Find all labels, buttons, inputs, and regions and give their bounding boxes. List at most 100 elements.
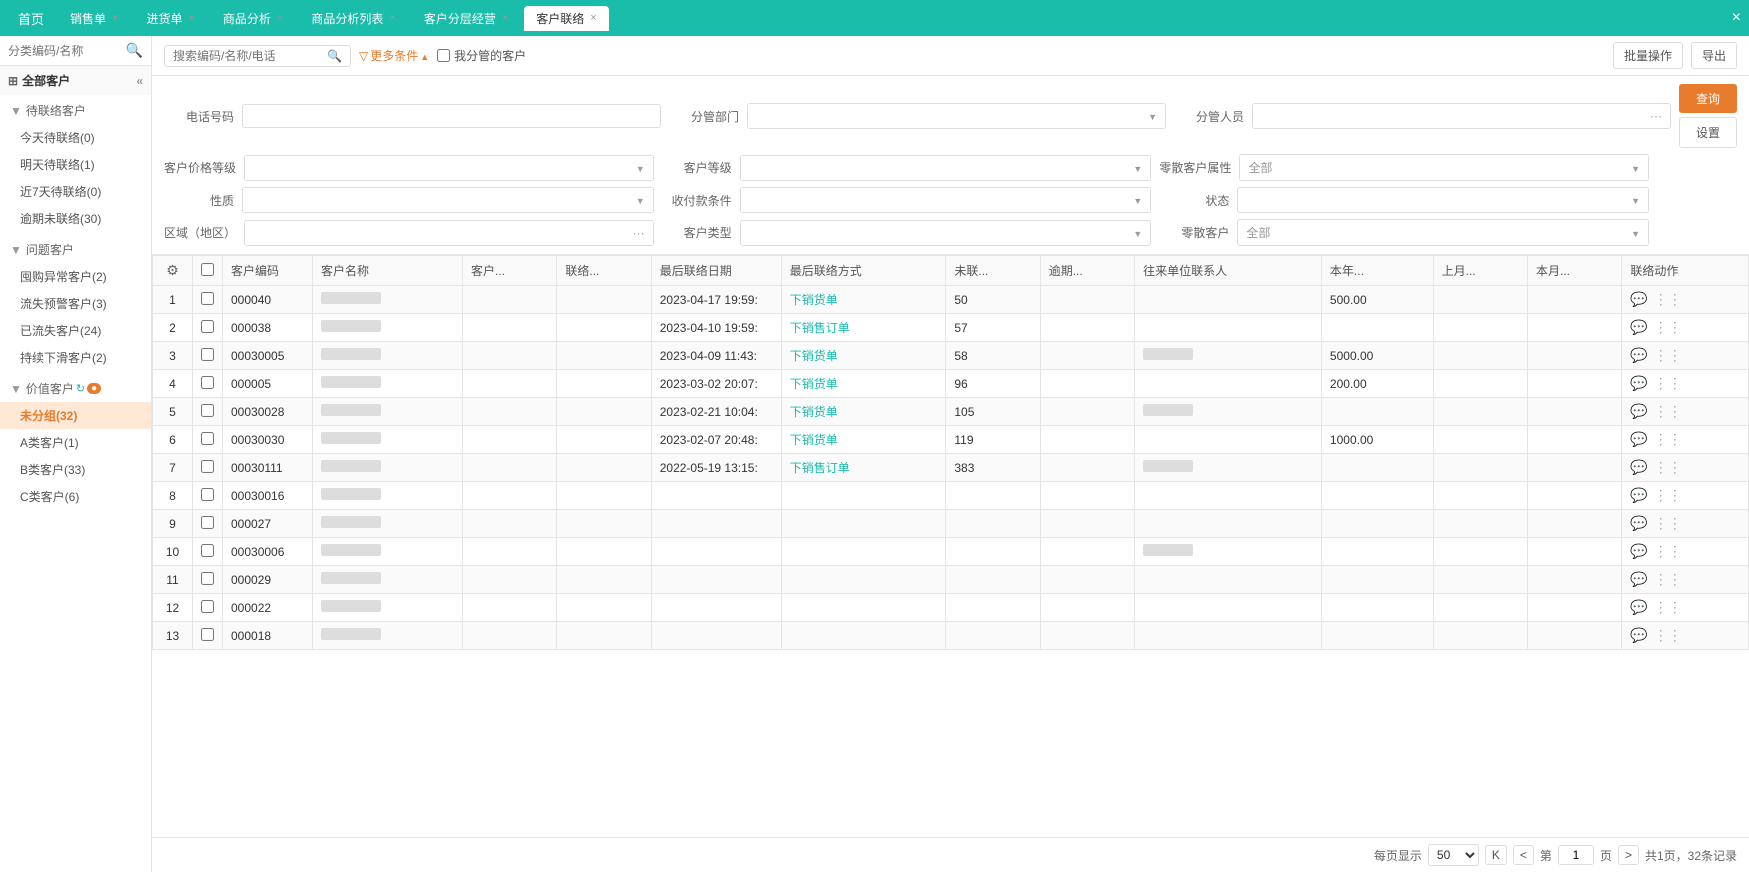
- dept-select[interactable]: [747, 103, 1166, 129]
- row-select-checkbox[interactable]: [201, 432, 214, 445]
- value-refresh-icon[interactable]: ↻: [76, 382, 85, 395]
- zero-retail2-select[interactable]: 全部: [1237, 219, 1649, 246]
- row-select-checkbox[interactable]: [201, 572, 214, 585]
- tab-product-analysis-list[interactable]: 商品分析列表 ×: [299, 6, 407, 31]
- close-customer-strat-icon[interactable]: ×: [502, 12, 508, 24]
- customer-type-select[interactable]: [740, 220, 1152, 246]
- sidebar-item-class-b[interactable]: B类客户(33): [0, 456, 151, 483]
- last-method-link[interactable]: 下销货单: [790, 433, 838, 447]
- close-product-analysis-icon[interactable]: ×: [277, 12, 283, 24]
- sidebar-item-hoarding-anomaly[interactable]: 囤购异常客户(2): [0, 263, 151, 290]
- close-window-button[interactable]: ×: [1732, 9, 1741, 27]
- row-select-checkbox[interactable]: [201, 320, 214, 333]
- row-checkbox-cell[interactable]: [193, 538, 223, 566]
- zero-retail-select[interactable]: 全部: [1239, 154, 1649, 181]
- row-checkbox-cell[interactable]: [193, 622, 223, 650]
- row-checkbox-cell[interactable]: [193, 594, 223, 622]
- sidebar-item-tomorrow-pending[interactable]: 明天待联络(1): [0, 151, 151, 178]
- page-number-input[interactable]: [1558, 845, 1594, 865]
- row-checkbox-cell[interactable]: [193, 482, 223, 510]
- row-select-checkbox[interactable]: [201, 404, 214, 417]
- last-method-link[interactable]: 下销售订单: [790, 321, 850, 335]
- sidebar-item-class-a[interactable]: A类客户(1): [0, 429, 151, 456]
- staff-select[interactable]: ···: [1252, 103, 1671, 129]
- row-checkbox-cell[interactable]: [193, 314, 223, 342]
- sidebar-collapse-icon[interactable]: «: [136, 74, 143, 88]
- row-checkbox-cell[interactable]: [193, 454, 223, 482]
- message-action-icon[interactable]: 💬: [1630, 347, 1647, 364]
- export-button[interactable]: 导出: [1691, 42, 1737, 69]
- status-select[interactable]: [1237, 187, 1649, 213]
- tab-purchase-order[interactable]: 进货单 ×: [134, 6, 206, 31]
- page-size-select[interactable]: 50 100 200: [1428, 844, 1479, 866]
- payment-select[interactable]: [740, 187, 1152, 213]
- sidebar-item-7days-pending[interactable]: 近7天待联络(0): [0, 178, 151, 205]
- select-all-checkbox[interactable]: [201, 263, 214, 276]
- row-select-checkbox[interactable]: [201, 348, 214, 361]
- sidebar-search-icon[interactable]: 🔍: [126, 42, 143, 59]
- close-customer-contact-icon[interactable]: ×: [590, 12, 596, 24]
- tab-customer-stratification[interactable]: 客户分层经营 ×: [412, 6, 520, 31]
- sidebar-item-unclassified[interactable]: 未分组(32): [0, 402, 151, 429]
- row-select-checkbox[interactable]: [201, 544, 214, 557]
- row-checkbox-cell[interactable]: [193, 398, 223, 426]
- more-action-icon[interactable]: ⋮⋮: [1654, 375, 1682, 392]
- col-checkbox-header[interactable]: [193, 256, 223, 286]
- tab-product-analysis[interactable]: 商品分析 ×: [211, 6, 295, 31]
- first-page-button[interactable]: K: [1485, 845, 1507, 865]
- tab-sales-order[interactable]: 销售单 ×: [58, 6, 130, 31]
- sidebar-item-overdue-pending[interactable]: 逾期未联络(30): [0, 205, 151, 232]
- more-action-icon[interactable]: ⋮⋮: [1654, 515, 1682, 532]
- sidebar-item-churn-warning[interactable]: 流失预警客户(3): [0, 290, 151, 317]
- reset-button[interactable]: 设置: [1679, 117, 1737, 148]
- message-action-icon[interactable]: 💬: [1630, 319, 1647, 336]
- table-settings-icon[interactable]: ⚙: [166, 262, 179, 278]
- home-tab[interactable]: 首页: [8, 5, 54, 32]
- message-action-icon[interactable]: 💬: [1630, 627, 1647, 644]
- row-select-checkbox[interactable]: [201, 376, 214, 389]
- more-action-icon[interactable]: ⋮⋮: [1654, 347, 1682, 364]
- last-method-link[interactable]: 下销货单: [790, 293, 838, 307]
- message-action-icon[interactable]: 💬: [1630, 459, 1647, 476]
- row-checkbox-cell[interactable]: [193, 286, 223, 314]
- region-select[interactable]: ···: [244, 220, 654, 246]
- message-action-icon[interactable]: 💬: [1630, 543, 1647, 560]
- message-action-icon[interactable]: 💬: [1630, 599, 1647, 616]
- query-button[interactable]: 查询: [1679, 84, 1737, 113]
- more-action-icon[interactable]: ⋮⋮: [1654, 627, 1682, 644]
- row-checkbox-cell[interactable]: [193, 370, 223, 398]
- close-sales-order-icon[interactable]: ×: [112, 12, 118, 24]
- price-level-select[interactable]: [244, 155, 654, 181]
- message-action-icon[interactable]: 💬: [1630, 515, 1647, 532]
- nature-select[interactable]: [242, 187, 654, 213]
- search-input[interactable]: [173, 49, 323, 63]
- row-checkbox-cell[interactable]: [193, 426, 223, 454]
- more-action-icon[interactable]: ⋮⋮: [1654, 571, 1682, 588]
- last-method-link[interactable]: 下销货单: [790, 377, 838, 391]
- close-purchase-order-icon[interactable]: ×: [188, 12, 194, 24]
- customer-level-select[interactable]: [740, 155, 1152, 181]
- problem-group-title[interactable]: ▼ 问题客户: [0, 236, 151, 263]
- row-select-checkbox[interactable]: [201, 600, 214, 613]
- phone-input[interactable]: [242, 104, 661, 128]
- row-select-checkbox[interactable]: [201, 488, 214, 501]
- row-checkbox-cell[interactable]: [193, 342, 223, 370]
- sidebar-item-churned[interactable]: 已流失客户(24): [0, 317, 151, 344]
- batch-operations-button[interactable]: 批量操作: [1613, 42, 1683, 69]
- more-action-icon[interactable]: ⋮⋮: [1654, 543, 1682, 560]
- row-select-checkbox[interactable]: [201, 628, 214, 641]
- close-product-analysis-list-icon[interactable]: ×: [389, 12, 395, 24]
- tab-customer-contact[interactable]: 客户联络 ×: [524, 6, 608, 31]
- sidebar-item-declining[interactable]: 持续下滑客户(2): [0, 344, 151, 371]
- message-action-icon[interactable]: 💬: [1630, 375, 1647, 392]
- message-action-icon[interactable]: 💬: [1630, 487, 1647, 504]
- message-action-icon[interactable]: 💬: [1630, 291, 1647, 308]
- message-action-icon[interactable]: 💬: [1630, 403, 1647, 420]
- search-icon[interactable]: 🔍: [327, 49, 342, 63]
- pending-group-title[interactable]: ▼ 待联络客户: [0, 97, 151, 124]
- my-customers-checkbox[interactable]: [437, 49, 450, 62]
- more-action-icon[interactable]: ⋮⋮: [1654, 403, 1682, 420]
- sidebar-item-class-c[interactable]: C类客户(6): [0, 483, 151, 510]
- my-customers-checkbox-label[interactable]: 我分管的客户: [437, 47, 526, 64]
- more-action-icon[interactable]: ⋮⋮: [1654, 459, 1682, 476]
